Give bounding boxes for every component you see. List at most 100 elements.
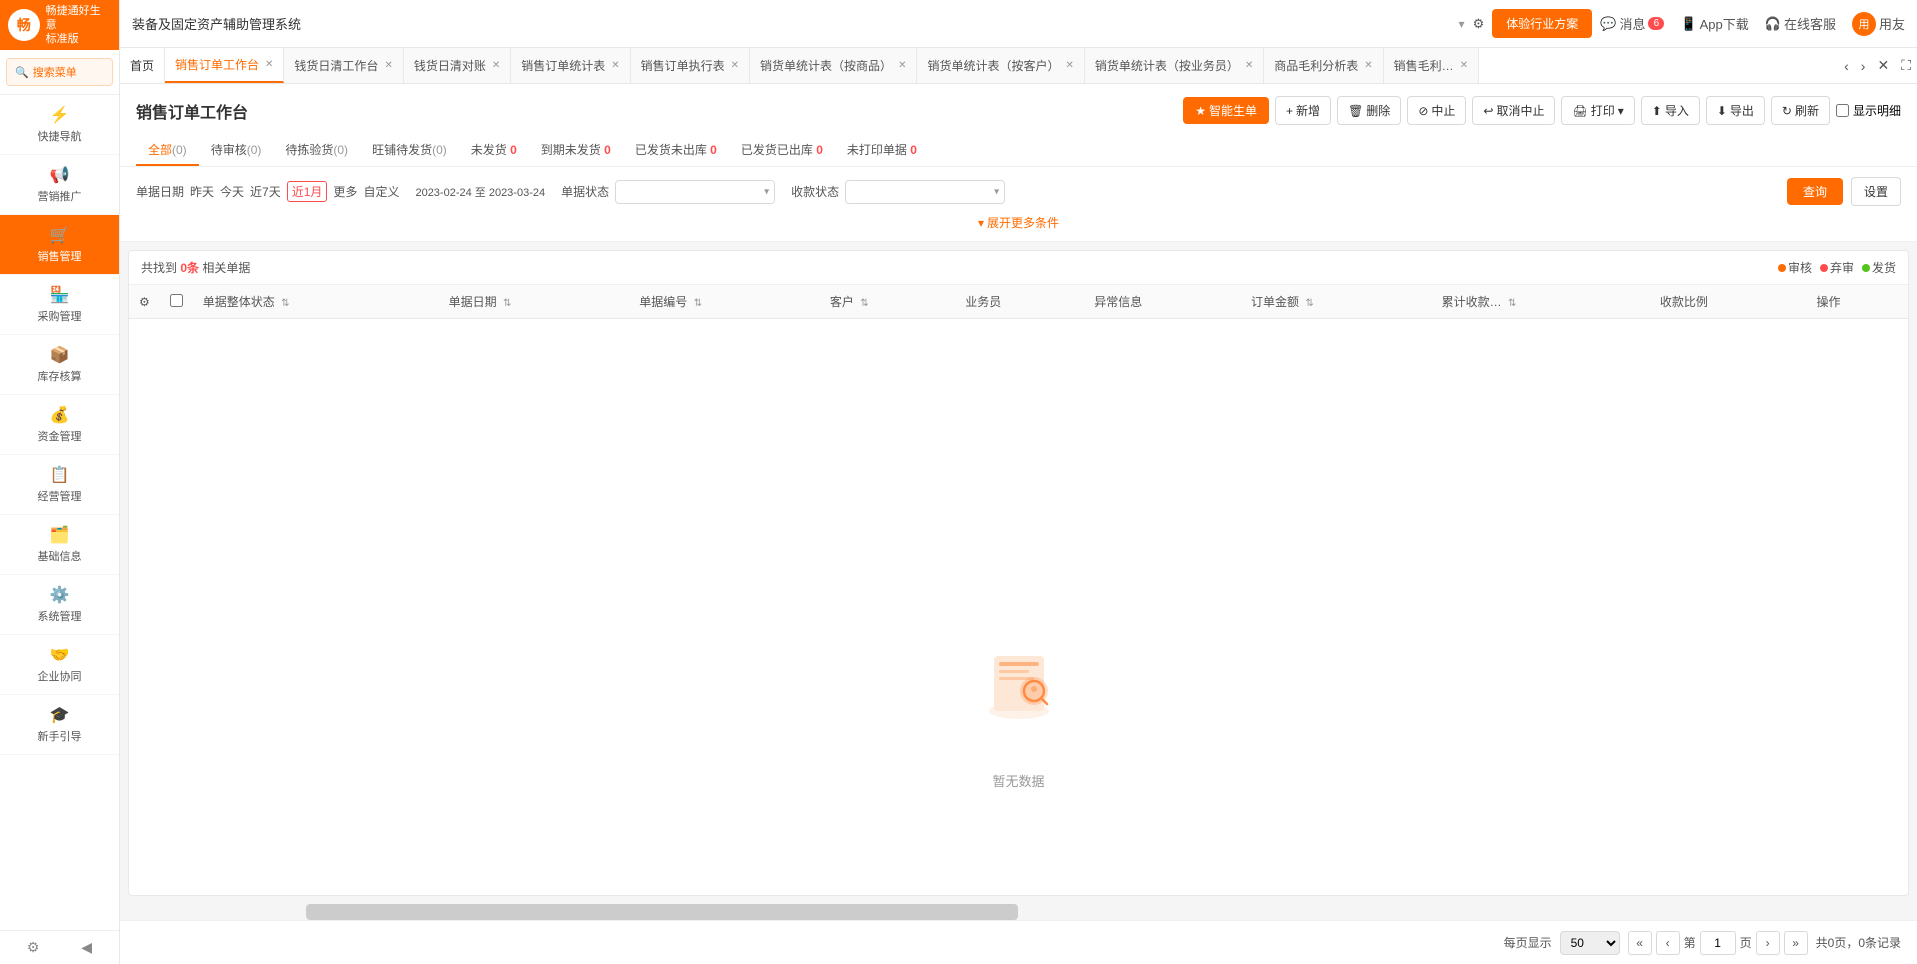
sort-amount-icon[interactable]: ⇅ [1305,298,1313,309]
app-download-button[interactable]: 📱 App下载 [1680,14,1748,33]
horizontal-scrollbar[interactable] [128,904,1909,920]
status-select[interactable] [615,180,775,204]
audit-button[interactable]: 审核 [1778,259,1812,276]
scroll-thumb[interactable] [306,904,1018,920]
search-menu-button[interactable]: 🔍 搜索菜单 [6,58,113,86]
export-button[interactable]: ⬇ 导出 [1706,96,1765,125]
sub-tab-shipped-not-out[interactable]: 已发货未出库 0 [623,135,729,166]
tab-maximize-button[interactable]: ⛶ [1895,57,1917,74]
tab-cash-reconciliation[interactable]: 钱货日清对账 ✕ [404,48,511,83]
sidebar-item-operations[interactable]: 📋 经营管理 [0,455,119,515]
next-page-button[interactable]: › [1756,931,1780,955]
tab-prev-button[interactable]: ‹ [1838,58,1855,74]
sub-tab-unshipped[interactable]: 未发货 0 [459,135,529,166]
query-button[interactable]: 查询 [1787,178,1843,205]
first-page-button[interactable]: « [1628,931,1652,955]
tab-close-6[interactable]: ✕ [898,60,906,71]
smart-create-button[interactable]: ★ 智能生单 [1183,97,1269,124]
table-settings-icon[interactable]: ⚙ [139,295,150,309]
stop-button[interactable]: ⊘ 中止 [1407,96,1466,125]
show-detail-checkbox[interactable]: 显示明细 [1836,102,1901,119]
tab-close-3[interactable]: ✕ [492,60,500,71]
cancel-stop-button[interactable]: ↩ 取消中止 [1472,96,1555,125]
tab-label-9: 商品毛利分析表 [1274,57,1358,74]
tab-close-4[interactable]: ✕ [611,60,619,71]
tab-sales-execution[interactable]: 销售订单执行表 ✕ [631,48,750,83]
tab-next-button[interactable]: › [1855,58,1872,74]
tab-cash-daily-workbench[interactable]: 钱货日清工作台 ✕ [284,48,403,83]
tab-close-8[interactable]: ✕ [1245,60,1253,71]
th-customer: 客户 ⇅ [820,285,955,319]
settings-icon-button[interactable]: ⚙ [1473,16,1485,32]
sub-tab-overdue-unshipped[interactable]: 到期未发货 0 [529,135,623,166]
sort-customer-icon[interactable]: ⇅ [860,298,868,309]
date-opt-today[interactable]: 今天 [220,183,244,200]
tab-close-5[interactable]: ✕ [731,60,739,71]
date-opt-custom[interactable]: 自定义 [363,183,399,200]
sort-date-icon[interactable]: ⇅ [503,298,511,309]
page-number-input[interactable] [1700,931,1736,955]
tab-close-7[interactable]: ✕ [1065,60,1073,71]
industry-solution-button[interactable]: 体验行业方案 [1492,9,1592,38]
sub-tab-shipped-out[interactable]: 已发货已出库 0 [729,135,835,166]
sub-tab-pending-audit[interactable]: 待审核(0) [199,135,274,166]
tab-sales-by-customer[interactable]: 销货单统计表（按客户） ✕ [917,48,1084,83]
sidebar-settings-button[interactable]: ⚙ [27,939,40,956]
sub-tab-pending-inspection[interactable]: 待拣验货(0) [273,135,360,166]
tab-sales-margin[interactable]: 销售毛利… ✕ [1384,48,1479,83]
date-opt-yesterday[interactable]: 昨天 [190,183,214,200]
last-page-button[interactable]: » [1784,931,1808,955]
message-button[interactable]: 💬 消息 6 [1600,14,1664,33]
select-all-checkbox[interactable] [170,294,183,307]
tab-close-2[interactable]: ✕ [384,60,392,71]
show-detail-input[interactable] [1836,104,1849,117]
logo-text: 畅捷通好生意 标准版 [46,4,111,47]
import-button[interactable]: ⬆ 导入 [1641,96,1700,125]
expand-filter-button[interactable]: ▾ 展开更多条件 [978,214,1059,231]
sidebar-item-sales[interactable]: 🛒 销售管理 [0,215,119,275]
sidebar-item-purchase[interactable]: 🏪 采购管理 [0,275,119,335]
tab-close-10[interactable]: ✕ [1460,60,1468,71]
user-menu-button[interactable]: 用 用友 [1852,12,1905,36]
print-button[interactable]: 🖨 打印 ▾ [1561,96,1634,125]
sort-status-icon[interactable]: ⇅ [281,298,289,309]
tab-gross-margin[interactable]: 商品毛利分析表 ✕ [1264,48,1383,83]
sidebar-item-enterprise[interactable]: 🤝 企业协同 [0,635,119,695]
new-button[interactable]: + 新增 [1275,96,1331,125]
delete-button[interactable]: 🗑 删除 [1337,96,1401,125]
tab-label-8: 销货单统计表（按业务员） [1095,57,1239,74]
tab-close-all-button[interactable]: ✕ [1871,57,1895,74]
date-opt-1month[interactable]: 近1月 [287,181,328,202]
online-service-button[interactable]: 🎧 在线客服 [1765,14,1836,33]
sidebar-item-basic[interactable]: 🗂️ 基础信息 [0,515,119,575]
date-opt-more[interactable]: 更多 [333,183,357,200]
prev-page-button[interactable]: ‹ [1656,931,1680,955]
sort-collected-icon[interactable]: ⇅ [1508,298,1516,309]
sidebar-item-marketing[interactable]: 📢 营销推广 [0,155,119,215]
tab-home[interactable]: 首页 [120,48,165,83]
date-opt-7days[interactable]: 近7天 [250,183,281,200]
tab-sales-by-salesperson[interactable]: 销货单统计表（按业务员） ✕ [1085,48,1264,83]
ship-button[interactable]: 发货 [1862,259,1896,276]
plus-icon: + [1286,104,1293,118]
tab-sales-by-product[interactable]: 销货单统计表（按商品） ✕ [750,48,917,83]
sidebar-collapse-button[interactable]: ◀ [81,939,92,956]
sidebar-item-inventory[interactable]: 📦 库存核算 [0,335,119,395]
sidebar-item-system[interactable]: ⚙️ 系统管理 [0,575,119,635]
payment-select[interactable] [845,180,1005,204]
sidebar-item-quick-nav[interactable]: ⚡ 快捷导航 [0,95,119,155]
tab-sales-stats[interactable]: 销售订单统计表 ✕ [511,48,630,83]
sub-tab-wangpu-pending[interactable]: 旺铺待发货(0) [360,135,459,166]
per-page-select[interactable]: 10 20 50 100 [1560,931,1620,955]
refresh-button[interactable]: ↻ 刷新 [1771,96,1830,125]
sort-number-icon[interactable]: ⇅ [694,298,702,309]
tab-sales-order-workbench[interactable]: 销售订单工作台 ✕ [165,48,284,83]
tab-close-1[interactable]: ✕ [265,59,273,70]
reject-button[interactable]: 弃审 [1820,259,1854,276]
sidebar-item-finance[interactable]: 💰 资金管理 [0,395,119,455]
tab-close-9[interactable]: ✕ [1364,60,1372,71]
sidebar-item-guide[interactable]: 🎓 新手引导 [0,695,119,755]
filter-settings-button[interactable]: 设置 [1851,177,1901,206]
sub-tab-all[interactable]: 全部(0) [136,135,199,166]
sub-tab-unprinted[interactable]: 未打印单据 0 [835,135,929,166]
